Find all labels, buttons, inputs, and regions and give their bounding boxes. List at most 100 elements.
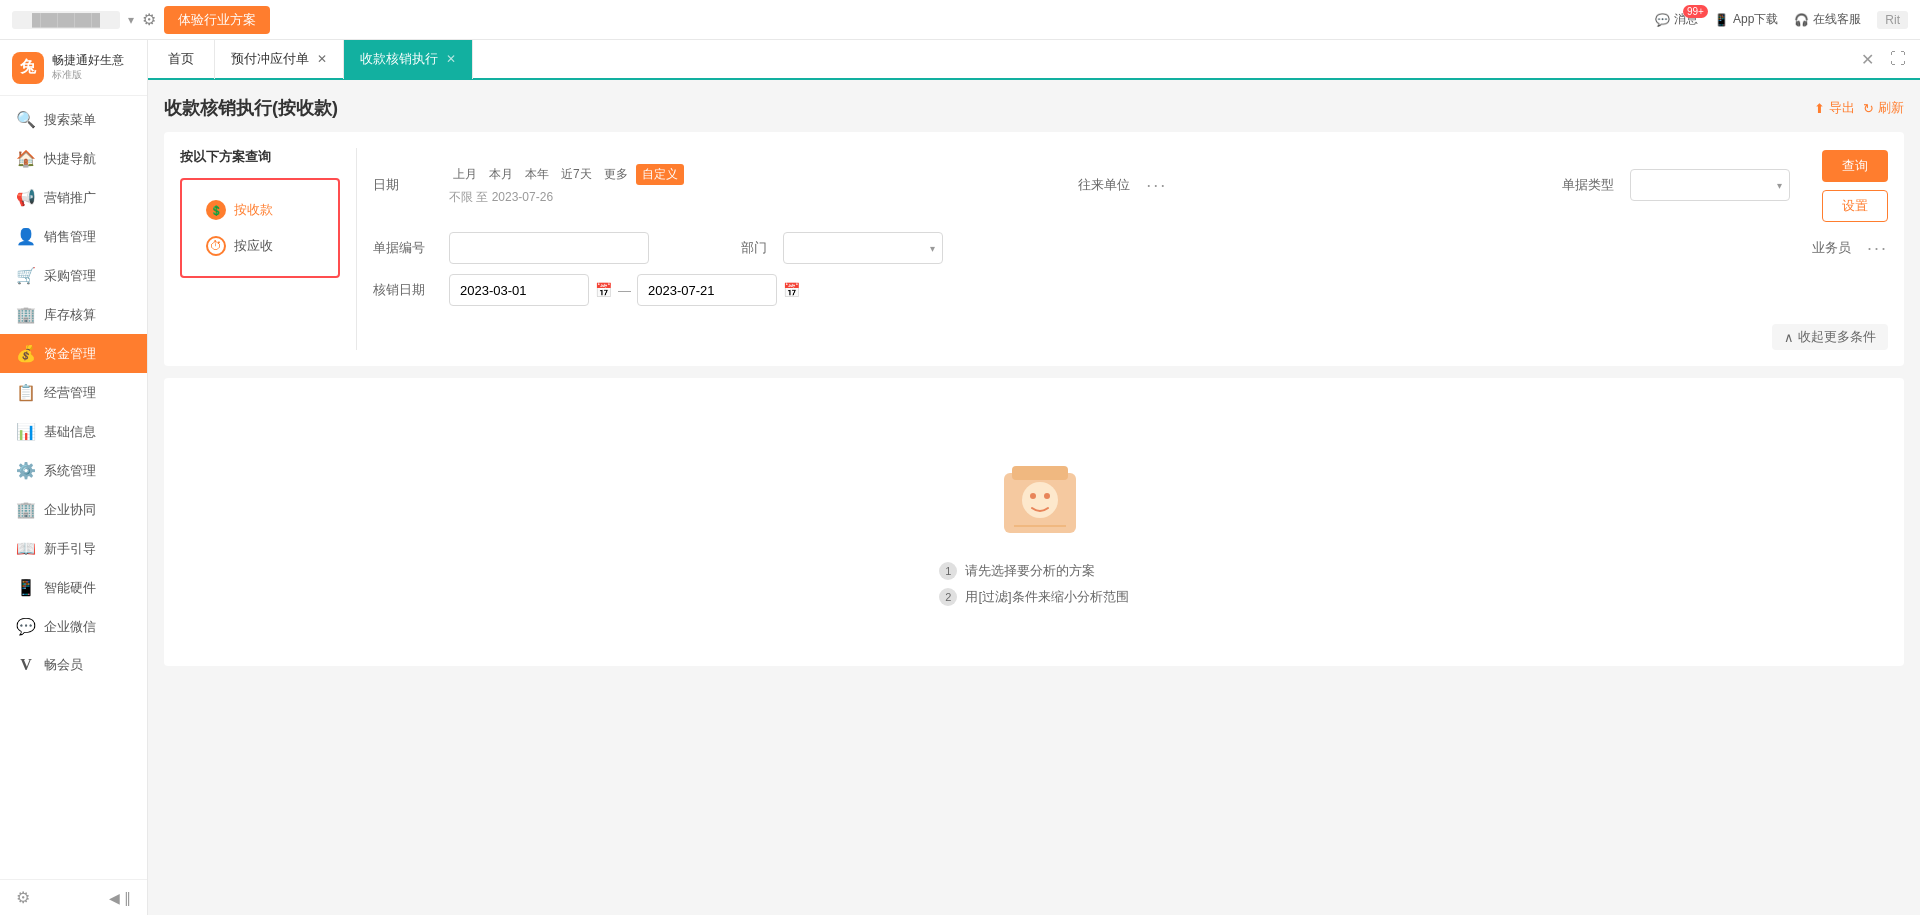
message-badge: 99+: [1683, 5, 1708, 18]
settings-icon[interactable]: ⚙: [142, 10, 156, 29]
tab-prepay-close[interactable]: ✕: [317, 52, 327, 66]
sidebar-item-member[interactable]: V 畅会员: [0, 646, 147, 684]
bill-type-label: 单据类型: [1562, 176, 1614, 194]
tab-receipt-label: 收款核销执行: [360, 50, 438, 68]
query-btn[interactable]: 查询: [1822, 150, 1888, 182]
sidebar-item-search-menu[interactable]: 🔍 搜索菜单: [0, 100, 147, 139]
online-service-btn[interactable]: 🎧 在线客服: [1794, 11, 1861, 28]
logo-text: 畅捷通好生意: [52, 53, 124, 69]
svg-rect-1: [1012, 466, 1068, 480]
shortcut-more[interactable]: 更多: [600, 164, 632, 185]
tab-receipt-close[interactable]: ✕: [446, 52, 456, 66]
device-icon: 📱: [16, 578, 36, 597]
sidebar-item-sales[interactable]: 👤 销售管理: [0, 217, 147, 256]
shortcut-last-month[interactable]: 上月: [449, 164, 481, 185]
online-service-label: 在线客服: [1813, 11, 1861, 28]
sidebar-item-label: 畅会员: [44, 656, 83, 674]
warehouse-icon: 🏢: [16, 305, 36, 324]
staff-label: 业务员: [1812, 239, 1851, 257]
shortcut-this-month[interactable]: 本月: [485, 164, 517, 185]
writeoff-start-input[interactable]: [449, 274, 589, 306]
hint-num-2: 2: [939, 588, 957, 606]
tab-expand-btn[interactable]: ⛶: [1884, 48, 1912, 70]
writeoff-date-label: 核销日期: [373, 281, 433, 299]
svg-point-3: [1030, 493, 1036, 499]
filter-left: 按以下方案查询 💲 按收款 ⏱ 按应收: [180, 148, 340, 350]
shortcut-this-year[interactable]: 本年: [521, 164, 553, 185]
bottom-settings-icon[interactable]: ⚙: [16, 888, 30, 907]
filter-option-by-receivable[interactable]: ⏱ 按应收: [194, 228, 326, 264]
date-separator: —: [618, 283, 631, 298]
collapse-more-btn[interactable]: ∧ 收起更多条件: [1772, 324, 1888, 350]
sidebar-item-label: 系统管理: [44, 462, 96, 480]
sidebar-item-inventory[interactable]: 🏢 库存核算: [0, 295, 147, 334]
gear-icon: ⚙️: [16, 461, 36, 480]
writeoff-end-input[interactable]: [637, 274, 777, 306]
writeoff-end-calendar-icon[interactable]: 📅: [783, 282, 800, 298]
partner-label: 往来单位: [1078, 176, 1130, 194]
brand-placeholder: ████████: [12, 11, 120, 29]
bill-no-input[interactable]: [449, 232, 649, 264]
sidebar-item-smart-hw[interactable]: 📱 智能硬件: [0, 568, 147, 607]
app-download-btn[interactable]: 📱 App下载: [1714, 11, 1778, 28]
tab-close-all-btn[interactable]: ✕: [1855, 48, 1880, 71]
dept-select-wrap: ▾: [783, 232, 943, 264]
user-avatar[interactable]: Rit: [1877, 11, 1908, 29]
tab-receipt[interactable]: 收款核销执行 ✕: [344, 40, 473, 79]
sidebar-nav: 🔍 搜索菜单 🏠 快捷导航 📢 营销推广 👤 销售管理 🛒 采购管理 🏢: [0, 96, 147, 879]
sidebar-item-business[interactable]: 📋 经营管理: [0, 373, 147, 412]
industry-btn[interactable]: 体验行业方案: [164, 6, 270, 34]
wechat-icon: 💬: [16, 617, 36, 636]
partner-dots[interactable]: ···: [1146, 175, 1167, 196]
tab-prepay[interactable]: 预付冲应付单 ✕: [215, 40, 344, 79]
message-icon: 💬: [1655, 13, 1670, 27]
filter-option-by-receipt[interactable]: 💲 按收款: [194, 192, 326, 228]
sidebar-item-system[interactable]: ⚙️ 系统管理: [0, 451, 147, 490]
staff-dots[interactable]: ···: [1867, 238, 1888, 259]
bill-type-select[interactable]: [1630, 169, 1790, 201]
sidebar-item-weixin[interactable]: 💬 企业微信: [0, 607, 147, 646]
sidebar-item-marketing[interactable]: 📢 营销推广: [0, 178, 147, 217]
tab-home[interactable]: 首页: [148, 40, 215, 79]
sidebar-item-quick-nav[interactable]: 🏠 快捷导航: [0, 139, 147, 178]
user-icon: 👤: [16, 227, 36, 246]
filter-left-title: 按以下方案查询: [180, 148, 340, 166]
sidebar-item-enterprise[interactable]: 🏢 企业协同: [0, 490, 147, 529]
sidebar-item-label: 基础信息: [44, 423, 96, 441]
message-btn[interactable]: 💬 消息 99+: [1655, 11, 1698, 28]
page-title: 收款核销执行(按收款): [164, 96, 338, 120]
page-content: 收款核销执行(按收款) ⬆ 导出 ↻ 刷新 按以下方案查询: [148, 80, 1920, 915]
filter-collapse-row: ∧ 收起更多条件: [373, 324, 1888, 350]
filter-section: 日期 上月 本月 本年 近7天 更多 自定义 不限 至 20: [373, 148, 1888, 350]
filter-area: 按以下方案查询 💲 按收款 ⏱ 按应收: [164, 132, 1904, 366]
sidebar-item-finance[interactable]: 💰 资金管理: [0, 334, 147, 373]
sidebar-item-purchase[interactable]: 🛒 采购管理: [0, 256, 147, 295]
collapse-chevron-icon: ∧: [1784, 330, 1794, 345]
sidebar-item-beginner[interactable]: 📖 新手引导: [0, 529, 147, 568]
filter-row-2: 单据编号 部门 ▾ 业务员 ···: [373, 232, 1888, 264]
shortcut-7days[interactable]: 近7天: [557, 164, 596, 185]
tab-actions: ✕ ⛶: [1847, 48, 1920, 71]
writeoff-start-calendar-icon[interactable]: 📅: [595, 282, 612, 298]
sidebar-item-label: 采购管理: [44, 267, 96, 285]
chart-icon: 📋: [16, 383, 36, 402]
refresh-icon: ↻: [1863, 101, 1874, 116]
filter-row-3: 核销日期 📅 — 📅: [373, 274, 1888, 306]
dropdown-arrow-icon[interactable]: ▾: [128, 13, 134, 27]
svg-point-4: [1044, 493, 1050, 499]
sidebar-item-label: 企业协同: [44, 501, 96, 519]
settings-btn[interactable]: 设置: [1822, 190, 1888, 222]
logo-icon: 兔: [12, 52, 44, 84]
filter-row-1: 日期 上月 本月 本年 近7天 更多 自定义 不限 至 20: [373, 148, 1888, 222]
app-download-label: App下载: [1733, 11, 1778, 28]
sidebar-collapse-btn[interactable]: ◀ ‖: [109, 890, 131, 906]
export-btn[interactable]: ⬆ 导出: [1814, 99, 1855, 117]
sidebar-item-label: 经营管理: [44, 384, 96, 402]
refresh-btn[interactable]: ↻ 刷新: [1863, 99, 1904, 117]
page-header-actions: ⬆ 导出 ↻ 刷新: [1814, 99, 1904, 117]
sidebar-item-basic[interactable]: 📊 基础信息: [0, 412, 147, 451]
shortcut-custom[interactable]: 自定义: [636, 164, 684, 185]
home-icon: 🏠: [16, 149, 36, 168]
dept-select[interactable]: [783, 232, 943, 264]
content-area: 首页 预付冲应付单 ✕ 收款核销执行 ✕ ✕ ⛶ 收款核销执行(按收款): [148, 40, 1920, 915]
